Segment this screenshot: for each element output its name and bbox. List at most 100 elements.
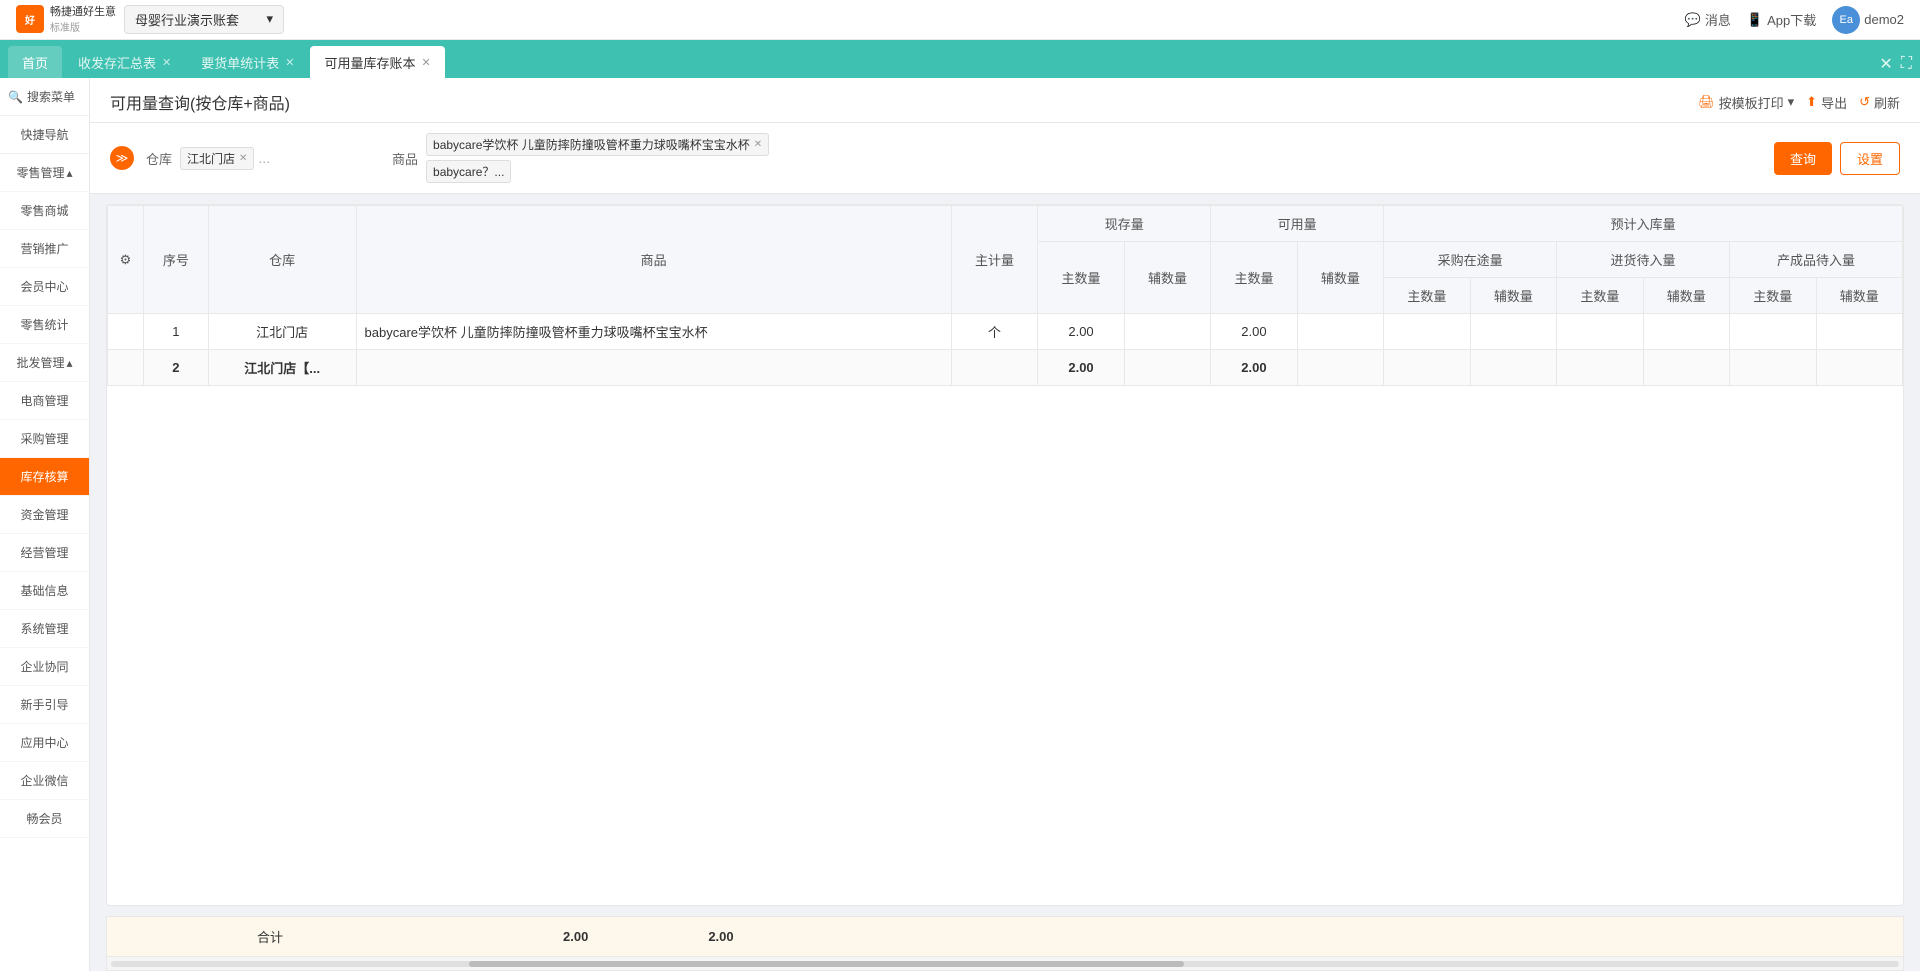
scrollbar-thumb[interactable]	[469, 961, 1184, 967]
tab-order-stats[interactable]: 要货单统计表 ✕	[187, 46, 308, 78]
sidebar-item-retail-management-label: 零售管理	[16, 164, 64, 181]
sidebar-item-wechat-label: 企业微信	[20, 772, 68, 789]
sidebar-item-marketing[interactable]: 营销推广	[0, 230, 89, 268]
cell-purchase-transit-main	[1384, 314, 1470, 350]
sidebar-item-purchase-label: 采购管理	[20, 430, 68, 447]
sidebar-item-operations[interactable]: 经营管理	[0, 534, 89, 572]
cell-available-main: 2.00	[1211, 314, 1297, 350]
th-unit: 主计量	[951, 206, 1037, 314]
cell-current-aux	[1124, 314, 1210, 350]
print-action[interactable]: 🖨 按模板打印 ▾	[1698, 93, 1794, 112]
product-tag-0: babycare学饮杯 儿童防摔防撞吸管杯重力球吸嘴杯宝宝水杯 ✕	[426, 133, 769, 156]
sidebar-item-member-center[interactable]: 会员中心	[0, 268, 89, 306]
chevron-down-icon: ▾	[266, 11, 273, 27]
tab-available-stock-close-icon[interactable]: ✕	[422, 56, 431, 69]
logo-area: 好 畅捷通好生意 标准版	[16, 5, 116, 34]
sidebar-quick-nav[interactable]: 快捷导航	[0, 116, 89, 154]
th-estimated-incoming: 预计入库量	[1384, 206, 1903, 242]
tab-home[interactable]: 首页	[8, 46, 62, 78]
cell-production-aux	[1816, 314, 1903, 350]
sidebar-item-member-label: 畅会员	[26, 810, 62, 827]
content-area: 可用量查询(按仓库+商品) 🖨 按模板打印 ▾ ⬆ 导出 ↺ 刷新 ≫	[90, 78, 1920, 971]
tab-close-all-icon[interactable]: ✕	[1879, 54, 1892, 74]
tab-available-stock[interactable]: 可用量库存账本 ✕	[310, 46, 444, 78]
refresh-label: 刷新	[1874, 93, 1900, 112]
export-action[interactable]: ⬆ 导出	[1806, 93, 1847, 112]
sidebar-item-inventory-label: 库存核算	[20, 468, 68, 485]
warehouse-tag-close-icon[interactable]: ✕	[239, 153, 247, 164]
sidebar-item-retail-stats-label: 零售统计	[20, 316, 68, 333]
tab-order-stats-close-icon[interactable]: ✕	[285, 56, 294, 69]
th-product: 商品	[356, 206, 951, 314]
sidebar-item-finance-label: 资金管理	[20, 506, 68, 523]
table-group-row: 2 江北门店【... 2.00 2.00	[108, 350, 1903, 386]
group-cell-production-main	[1730, 350, 1816, 386]
th-production-incoming: 产成品待入量	[1730, 242, 1903, 278]
th-purchase-transit-aux: 辅数量	[1470, 278, 1556, 314]
sidebar-item-retail-mall-label: 零售商城	[20, 202, 68, 219]
sidebar-search-label: 搜索菜单	[27, 88, 75, 105]
sidebar-item-purchase[interactable]: 采购管理	[0, 420, 89, 458]
tab-fullscreen-icon[interactable]: ⛶	[1901, 55, 1912, 73]
app-download-item[interactable]: 📱 App下载	[1747, 10, 1816, 29]
th-settings[interactable]: ⚙	[108, 206, 144, 314]
tab-summary[interactable]: 收发存汇总表 ✕	[64, 46, 185, 78]
group-cell-current-main: 2.00	[1038, 350, 1124, 386]
group-cell-seq: 2	[144, 350, 209, 386]
sidebar-item-app-center[interactable]: 应用中心	[0, 724, 89, 762]
tab-home-label: 首页	[22, 53, 48, 72]
sidebar-item-member[interactable]: 畅会员	[0, 800, 89, 838]
footer-current-main: 2.00	[563, 929, 588, 944]
product-tag-1-value: babycare？...	[433, 163, 504, 180]
message-icon: 💬	[1685, 12, 1701, 28]
th-available-main: 主数量	[1211, 242, 1297, 314]
th-seq: 序号	[144, 206, 209, 314]
sidebar-item-retail-stats[interactable]: 零售统计	[0, 306, 89, 344]
sidebar-item-inventory[interactable]: 库存核算	[0, 458, 89, 496]
product-tag-1: babycare？...	[426, 160, 511, 183]
expand-button[interactable]: ≫	[110, 146, 134, 170]
sidebar-item-marketing-label: 营销推广	[20, 240, 68, 257]
refresh-action[interactable]: ↺ 刷新	[1859, 93, 1900, 112]
main-layout: 🔍 搜索菜单 快捷导航 零售管理 ▴ 零售商城 营销推广 会员中心 零售统计 批…	[0, 78, 1920, 971]
sidebar-item-ecommerce[interactable]: 电商管理	[0, 382, 89, 420]
sidebar-item-operations-label: 经营管理	[20, 544, 68, 561]
industry-label: 母婴行业演示账套	[135, 10, 239, 29]
cell-incoming-aux	[1643, 314, 1729, 350]
product-tag-0-close-icon[interactable]: ✕	[754, 139, 762, 150]
sidebar-item-wechat[interactable]: 企业微信	[0, 762, 89, 800]
table-footer: 合计 2.00 2.00	[106, 916, 1904, 957]
message-item[interactable]: 💬 消息	[1685, 10, 1731, 29]
group-cell-purchase-transit-aux	[1470, 350, 1556, 386]
tab-summary-close-icon[interactable]: ✕	[162, 56, 171, 69]
cell-production-main	[1730, 314, 1816, 350]
sidebar-item-system[interactable]: 系统管理	[0, 610, 89, 648]
warehouse-more-icon[interactable]: ...	[258, 150, 270, 166]
sidebar-search[interactable]: 🔍 搜索菜单	[0, 78, 89, 116]
warehouse-tag-value: 江北门店	[187, 150, 235, 167]
sidebar-item-enterprise[interactable]: 企业协同	[0, 648, 89, 686]
tab-bar: 首页 收发存汇总表 ✕ 要货单统计表 ✕ 可用量库存账本 ✕ ✕ ⛶	[0, 40, 1920, 78]
sidebar-item-retail-mall[interactable]: 零售商城	[0, 192, 89, 230]
scrollbar-area[interactable]	[106, 957, 1904, 971]
cell-product: babycare学饮杯 儿童防摔防撞吸管杯重力球吸嘴杯宝宝水杯	[356, 314, 951, 350]
settings-button[interactable]: 设置	[1840, 142, 1900, 175]
industry-selector[interactable]: 母婴行业演示账套 ▾	[124, 5, 284, 34]
app-download-label: App下载	[1767, 10, 1816, 29]
sidebar-item-wholesale[interactable]: 批发管理 ▴	[0, 344, 89, 382]
sidebar-item-basic-info[interactable]: 基础信息	[0, 572, 89, 610]
tab-available-stock-label: 可用量库存账本	[324, 53, 415, 72]
sidebar-item-new-guide[interactable]: 新手引导	[0, 686, 89, 724]
sidebar-item-retail-management[interactable]: 零售管理 ▴	[0, 154, 89, 192]
table-container: ⚙ 序号 仓库 商品 主计量 现存量 可用量 预计入库量 主数量 辅数量 主数量…	[106, 204, 1904, 906]
sidebar-item-app-center-label: 应用中心	[20, 734, 68, 751]
sidebar-item-member-center-label: 会员中心	[20, 278, 68, 295]
filter-actions: 查询 设置	[1774, 142, 1900, 175]
user-item[interactable]: Ea demo2	[1832, 6, 1904, 34]
chevron-icon-wholesale: ▴	[66, 356, 72, 370]
group-cell-unit	[951, 350, 1037, 386]
query-button[interactable]: 查询	[1774, 142, 1832, 175]
sidebar-item-finance[interactable]: 资金管理	[0, 496, 89, 534]
product-tag-container: babycare学饮杯 儿童防摔防撞吸管杯重力球吸嘴杯宝宝水杯 ✕ babyca…	[426, 133, 826, 183]
export-label: 导出	[1821, 93, 1847, 112]
